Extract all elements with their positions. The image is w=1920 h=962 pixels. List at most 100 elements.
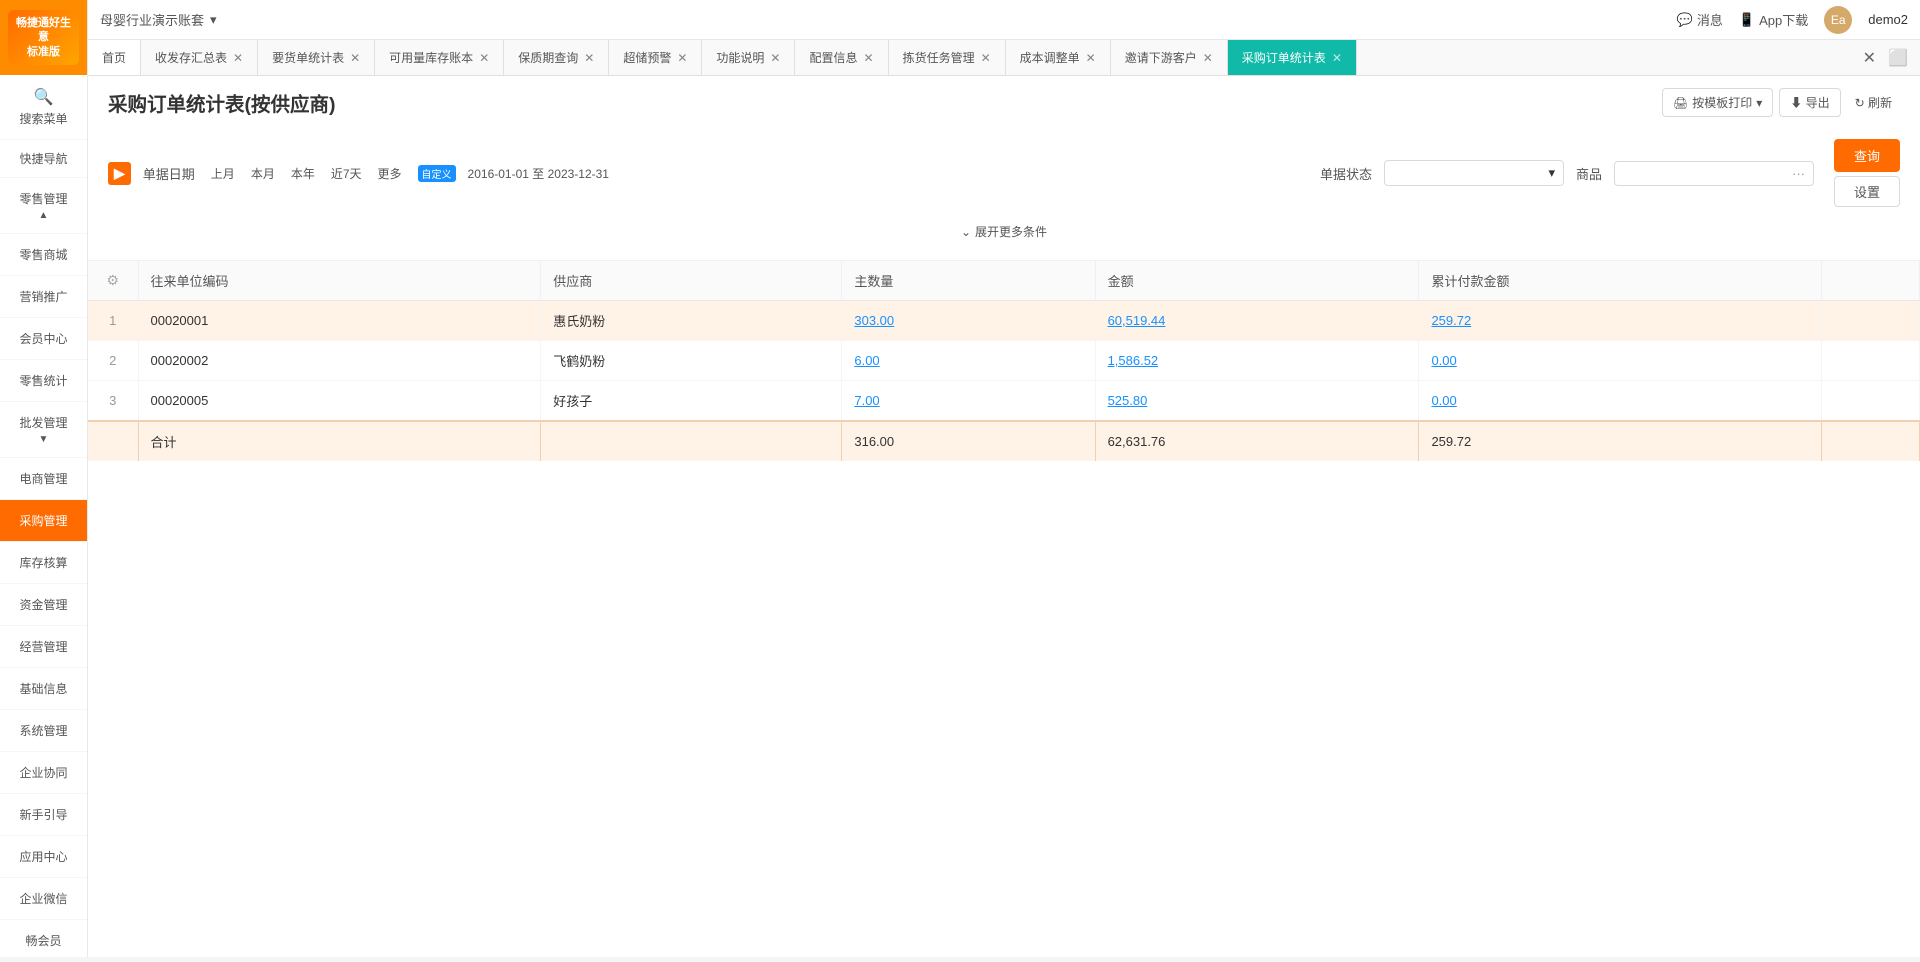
table-row[interactable]: 2 00020002 飞鹤奶粉 6.00 1,586.52 0.00 bbox=[88, 341, 1920, 381]
custom-badge: 自定义 bbox=[418, 165, 456, 182]
tab-cost-adjust[interactable]: 成本调整单 ✕ bbox=[1006, 40, 1111, 76]
tab-close-icon[interactable]: ✕ bbox=[233, 51, 243, 65]
sidebar-item-stock[interactable]: 库存核算 bbox=[0, 542, 87, 584]
td-amount[interactable]: 525.80 bbox=[1095, 381, 1419, 422]
tab-close-icon[interactable]: ✕ bbox=[1203, 51, 1213, 65]
sidebar-item-freemember[interactable]: 畅会员 bbox=[0, 920, 87, 962]
refresh-icon: ↻ bbox=[1855, 96, 1868, 110]
table-row[interactable]: 1 00020001 惠氏奶粉 303.00 60,519.44 259.72 bbox=[88, 301, 1920, 341]
shortcut-this-year[interactable]: 本年 bbox=[287, 163, 319, 184]
tab-label: 采购订单统计表 bbox=[1242, 49, 1326, 66]
footer-extra bbox=[1822, 421, 1920, 461]
td-quantity[interactable]: 303.00 bbox=[842, 301, 1095, 341]
tab-close-icon[interactable]: ✕ bbox=[770, 51, 780, 65]
message-btn[interactable]: 💬 消息 bbox=[1677, 10, 1723, 29]
sidebar-item-sys[interactable]: 系统管理 bbox=[0, 710, 87, 752]
sidebar-item-purchase[interactable]: 采购管理 bbox=[0, 500, 87, 542]
column-settings-icon[interactable]: ⚙ bbox=[106, 272, 119, 288]
sidebar-item-member[interactable]: 会员中心 bbox=[0, 318, 87, 360]
tab-function-desc[interactable]: 功能说明 ✕ bbox=[702, 40, 795, 76]
tab-config[interactable]: 配置信息 ✕ bbox=[795, 40, 888, 76]
tab-close-icon[interactable]: ✕ bbox=[1086, 51, 1096, 65]
tab-close-icon[interactable]: ✕ bbox=[864, 51, 874, 65]
tab-order-summary[interactable]: 要货单统计表 ✕ bbox=[258, 40, 375, 76]
shortcut-last-month[interactable]: 上月 bbox=[207, 163, 239, 184]
print-button[interactable]: 🖨 按模板打印 ▾ bbox=[1662, 88, 1773, 117]
app-logo[interactable]: 畅捷通好生意 标准版 bbox=[0, 0, 87, 75]
th-amount: 金额 bbox=[1095, 261, 1419, 301]
sidebar-item-appcenter[interactable]: 应用中心 bbox=[0, 836, 87, 878]
th-quantity: 主数量 bbox=[842, 261, 1095, 301]
export-label: 导出 bbox=[1806, 96, 1830, 110]
sidebar-item-enterprise[interactable]: 企业协同 bbox=[0, 752, 87, 794]
maximize-btn[interactable]: ⬜ bbox=[1884, 48, 1912, 68]
td-supplier: 飞鹤奶粉 bbox=[541, 341, 842, 381]
status-select[interactable]: ▾ bbox=[1384, 160, 1564, 186]
sidebar-item-wechat[interactable]: 企业微信 bbox=[0, 878, 87, 920]
td-amount[interactable]: 1,586.52 bbox=[1095, 341, 1419, 381]
sidebar-item-retail-mgmt[interactable]: 零售管理 ▲ bbox=[0, 178, 87, 234]
sidebar-item-retail-stats[interactable]: 零售统计 bbox=[0, 360, 87, 402]
tab-home[interactable]: 首页 bbox=[88, 40, 141, 76]
th-code: 往来单位编码 bbox=[138, 261, 541, 301]
tab-picking[interactable]: 拣货任务管理 ✕ bbox=[889, 40, 1006, 76]
tab-close-icon[interactable]: ✕ bbox=[350, 51, 360, 65]
refresh-button[interactable]: ↻ 刷新 bbox=[1847, 89, 1900, 116]
tab-overstock[interactable]: 超储预警 ✕ bbox=[609, 40, 702, 76]
shortcut-more[interactable]: 更多 bbox=[374, 163, 406, 184]
shortcut-this-month[interactable]: 本月 bbox=[247, 163, 279, 184]
close-all-tabs-btn[interactable]: ✕ bbox=[1859, 48, 1880, 68]
goods-input[interactable]: ··· bbox=[1614, 161, 1814, 186]
query-button[interactable]: 查询 bbox=[1834, 139, 1900, 172]
sidebar-item-basic[interactable]: 基础信息 bbox=[0, 668, 87, 710]
export-button[interactable]: ⬇ 导出 bbox=[1779, 88, 1840, 117]
user-avatar[interactable]: Ea bbox=[1824, 6, 1852, 34]
sidebar-search[interactable]: 🔍 搜索菜单 bbox=[0, 75, 87, 140]
tab-invite[interactable]: 邀请下游客户 ✕ bbox=[1111, 40, 1228, 76]
td-code: 00020002 bbox=[138, 341, 541, 381]
sidebar-item-wholesale[interactable]: 批发管理 ▼ bbox=[0, 402, 87, 458]
sidebar-item-label: 经营管理 bbox=[19, 638, 67, 655]
sidebar-quick-nav[interactable]: 快捷导航 bbox=[0, 140, 87, 178]
print-dropdown-icon: ▾ bbox=[1756, 96, 1762, 110]
tabbar: 首页 收发存汇总表 ✕ 要货单统计表 ✕ 可用量库存账本 ✕ 保质期查询 ✕ 超… bbox=[88, 40, 1920, 76]
refresh-label: 刷新 bbox=[1868, 96, 1892, 110]
sidebar-item-ecommerce[interactable]: 电商管理 bbox=[0, 458, 87, 500]
tab-purchase-summary[interactable]: 采购订单统计表 ✕ bbox=[1228, 40, 1357, 76]
sidebar-item-newguide[interactable]: 新手引导 bbox=[0, 794, 87, 836]
tab-close-icon[interactable]: ✕ bbox=[677, 51, 687, 65]
table-footer-row: 合计 316.00 62,631.76 259.72 bbox=[88, 421, 1920, 461]
tab-close-icon[interactable]: ✕ bbox=[981, 51, 991, 65]
sidebar-item-ops[interactable]: 经营管理 bbox=[0, 626, 87, 668]
expand-more-btn[interactable]: ⌄ 展开更多条件 bbox=[108, 215, 1900, 248]
shortcut-7days[interactable]: 近7天 bbox=[327, 163, 366, 184]
tab-close-icon[interactable]: ✕ bbox=[584, 51, 594, 65]
sidebar-quick-nav-label: 快捷导航 bbox=[19, 152, 67, 166]
tab-close-icon[interactable]: ✕ bbox=[479, 51, 489, 65]
settings-button[interactable]: 设置 bbox=[1834, 176, 1900, 207]
td-paid[interactable]: 0.00 bbox=[1419, 381, 1822, 422]
tab-close-icon[interactable]: ✕ bbox=[1332, 51, 1342, 65]
export-icon: ⬇ bbox=[1790, 96, 1805, 110]
td-amount[interactable]: 60,519.44 bbox=[1095, 301, 1419, 341]
printer-icon: 🖨 bbox=[1673, 96, 1688, 110]
sidebar-item-label: 新手引导 bbox=[19, 806, 67, 823]
tab-stock-ledger[interactable]: 可用量库存账本 ✕ bbox=[375, 40, 504, 76]
sidebar-search-label: 搜索菜单 bbox=[19, 110, 67, 127]
table-row[interactable]: 3 00020005 好孩子 7.00 525.80 0.00 bbox=[88, 381, 1920, 422]
tab-receive-summary[interactable]: 收发存汇总表 ✕ bbox=[141, 40, 258, 76]
td-paid[interactable]: 259.72 bbox=[1419, 301, 1822, 341]
sidebar-item-retail-shop[interactable]: 零售商城 bbox=[0, 234, 87, 276]
sidebar-item-capital[interactable]: 资金管理 bbox=[0, 584, 87, 626]
td-quantity[interactable]: 7.00 bbox=[842, 381, 1095, 422]
sidebar-item-marketing[interactable]: 营销推广 bbox=[0, 276, 87, 318]
app-download-btn[interactable]: 📱 App下载 bbox=[1739, 10, 1808, 29]
avatar-initials: Ea bbox=[1831, 13, 1846, 27]
filter-toggle-btn[interactable]: ▶ bbox=[108, 162, 131, 185]
account-dropdown[interactable]: 母婴行业演示账套 ▾ bbox=[100, 10, 1677, 29]
sidebar-item-label: 库存核算 bbox=[19, 554, 67, 571]
td-paid[interactable]: 0.00 bbox=[1419, 341, 1822, 381]
td-supplier: 好孩子 bbox=[541, 381, 842, 422]
td-quantity[interactable]: 6.00 bbox=[842, 341, 1095, 381]
tab-warranty[interactable]: 保质期查询 ✕ bbox=[504, 40, 609, 76]
